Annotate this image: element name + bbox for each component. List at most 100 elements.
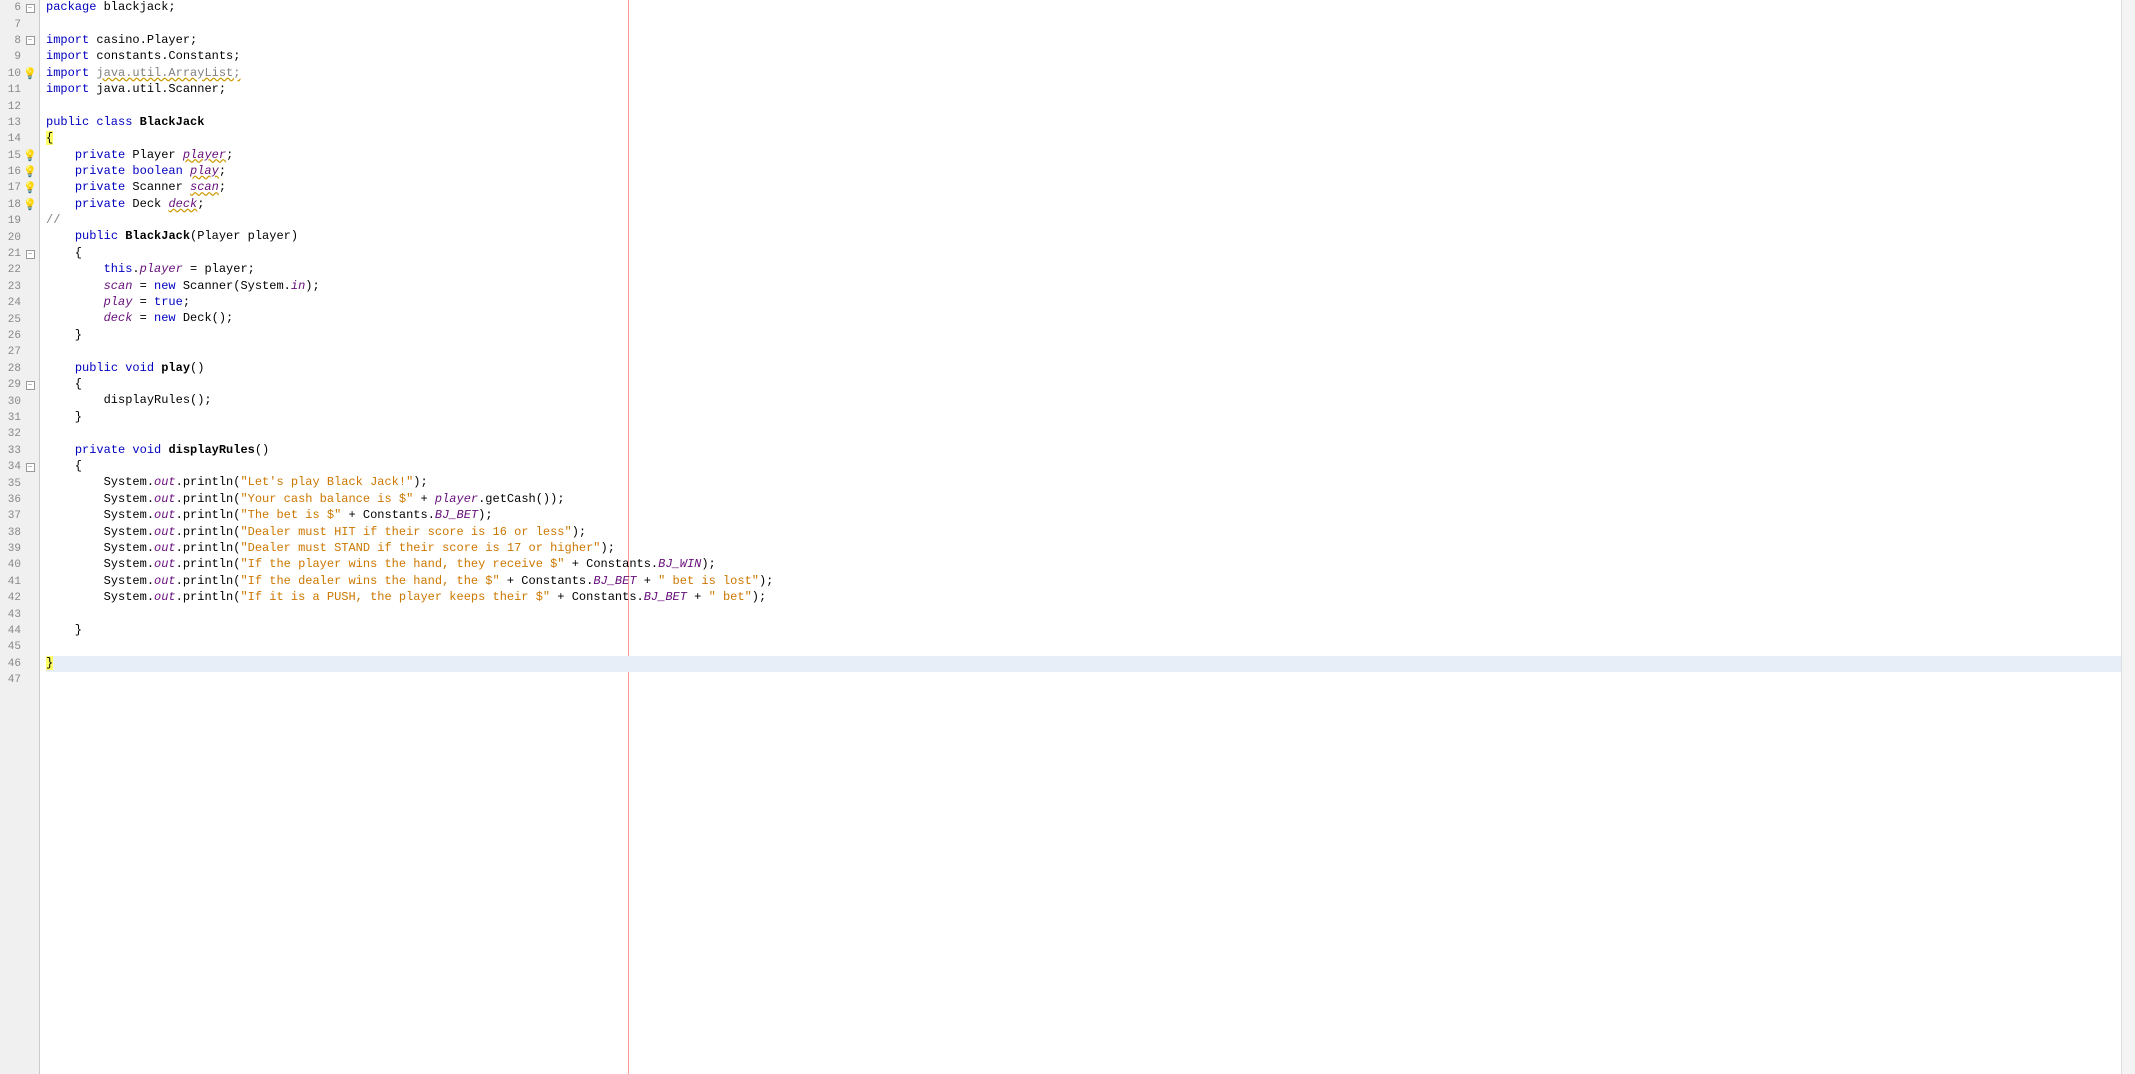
code-line[interactable] bbox=[46, 426, 2121, 442]
code-line[interactable]: } bbox=[46, 623, 2121, 639]
code-editor[interactable]: package blackjack;import casino.Player;i… bbox=[40, 0, 2121, 1074]
fold-minus-icon[interactable]: − bbox=[23, 34, 37, 48]
code-line[interactable]: scan = new Scanner(System.in); bbox=[46, 279, 2121, 295]
gutter-row[interactable]: 36 bbox=[0, 492, 39, 508]
gutter-row[interactable]: 44 bbox=[0, 623, 39, 639]
warning-icon[interactable]: 💡 bbox=[23, 181, 37, 195]
code-line[interactable] bbox=[46, 639, 2121, 655]
gutter-row[interactable]: 17💡 bbox=[0, 180, 39, 196]
code-line[interactable] bbox=[46, 98, 2121, 114]
code-line[interactable]: public class BlackJack bbox=[46, 115, 2121, 131]
gutter-row[interactable]: 45 bbox=[0, 639, 39, 655]
code-line[interactable] bbox=[46, 672, 2121, 688]
code-line[interactable]: System.out.println("If the player wins t… bbox=[46, 557, 2121, 573]
gutter-row[interactable]: 20 bbox=[0, 229, 39, 245]
gutter-row[interactable]: 47 bbox=[0, 672, 39, 688]
code-line[interactable]: System.out.println("Your cash balance is… bbox=[46, 492, 2121, 508]
code-line[interactable]: private boolean play; bbox=[46, 164, 2121, 180]
warning-icon[interactable]: 💡 bbox=[23, 67, 37, 81]
gutter-row[interactable]: 13 bbox=[0, 115, 39, 131]
code-line[interactable] bbox=[46, 344, 2121, 360]
code-line[interactable]: } bbox=[46, 328, 2121, 344]
editor-scrollbar[interactable] bbox=[2121, 0, 2135, 1074]
code-line[interactable]: System.out.println("Dealer must STAND if… bbox=[46, 541, 2121, 557]
gutter-row[interactable]: 41 bbox=[0, 574, 39, 590]
gutter-row[interactable]: 33 bbox=[0, 443, 39, 459]
code-line[interactable]: deck = new Deck(); bbox=[46, 311, 2121, 327]
code-line[interactable]: import casino.Player; bbox=[46, 33, 2121, 49]
code-line[interactable]: { bbox=[46, 377, 2121, 393]
fold-minus-icon[interactable]: − bbox=[23, 378, 37, 392]
code-line[interactable]: System.out.println("If it is a PUSH, the… bbox=[46, 590, 2121, 606]
gutter-row[interactable]: 14 bbox=[0, 131, 39, 147]
gutter-row[interactable]: 43 bbox=[0, 606, 39, 622]
code-token: + bbox=[637, 574, 659, 588]
gutter-row[interactable]: 38 bbox=[0, 525, 39, 541]
gutter-row[interactable]: 9 bbox=[0, 49, 39, 65]
code-token: private boolean bbox=[75, 164, 190, 178]
gutter-row[interactable]: 23 bbox=[0, 279, 39, 295]
code-lines-container: package blackjack;import casino.Player;i… bbox=[40, 0, 2121, 688]
gutter-row[interactable]: 35 bbox=[0, 475, 39, 491]
gutter-row[interactable]: 7 bbox=[0, 16, 39, 32]
code-line[interactable]: private Deck deck; bbox=[46, 197, 2121, 213]
fold-minus-icon[interactable]: − bbox=[23, 247, 37, 261]
gutter-row[interactable]: 28 bbox=[0, 361, 39, 377]
code-line[interactable]: import java.util.ArrayList; bbox=[46, 66, 2121, 82]
code-line[interactable]: System.out.println("The bet is $" + Cons… bbox=[46, 508, 2121, 524]
gutter-row[interactable]: 31 bbox=[0, 410, 39, 426]
gutter-row[interactable]: 46 bbox=[0, 656, 39, 672]
gutter-row[interactable]: 30 bbox=[0, 393, 39, 409]
code-line[interactable]: import constants.Constants; bbox=[46, 49, 2121, 65]
code-line[interactable]: } bbox=[46, 656, 2121, 672]
code-line[interactable]: private Scanner scan; bbox=[46, 180, 2121, 196]
gutter-row[interactable]: 32 bbox=[0, 426, 39, 442]
code-line[interactable]: play = true; bbox=[46, 295, 2121, 311]
gutter-row[interactable]: 16💡 bbox=[0, 164, 39, 180]
code-line[interactable]: private Player player; bbox=[46, 148, 2121, 164]
code-line[interactable]: private void displayRules() bbox=[46, 443, 2121, 459]
code-line[interactable]: { bbox=[46, 459, 2121, 475]
gutter-row[interactable]: 40 bbox=[0, 557, 39, 573]
code-line[interactable]: public BlackJack(Player player) bbox=[46, 229, 2121, 245]
gutter-spacer bbox=[23, 575, 37, 589]
gutter-row[interactable]: 39 bbox=[0, 541, 39, 557]
code-line[interactable]: public void play() bbox=[46, 361, 2121, 377]
code-line[interactable]: System.out.println("Let's play Black Jac… bbox=[46, 475, 2121, 491]
code-line[interactable]: package blackjack; bbox=[46, 0, 2121, 16]
code-line[interactable]: this.player = player; bbox=[46, 262, 2121, 278]
gutter-row[interactable]: 27 bbox=[0, 344, 39, 360]
gutter-row[interactable]: 21− bbox=[0, 246, 39, 262]
fold-minus-icon[interactable]: − bbox=[23, 1, 37, 15]
gutter-row[interactable]: 15💡 bbox=[0, 148, 39, 164]
gutter-row[interactable]: 18💡 bbox=[0, 197, 39, 213]
gutter-row[interactable]: 22 bbox=[0, 262, 39, 278]
warning-icon[interactable]: 💡 bbox=[23, 165, 37, 179]
gutter-row[interactable]: 10💡 bbox=[0, 66, 39, 82]
code-line[interactable]: import java.util.Scanner; bbox=[46, 82, 2121, 98]
gutter-row[interactable]: 34− bbox=[0, 459, 39, 475]
warning-icon[interactable]: 💡 bbox=[23, 149, 37, 163]
fold-minus-icon[interactable]: − bbox=[23, 460, 37, 474]
code-line[interactable]: // bbox=[46, 213, 2121, 229]
code-line[interactable]: { bbox=[46, 131, 2121, 147]
gutter-row[interactable]: 12 bbox=[0, 98, 39, 114]
gutter-row[interactable]: 24 bbox=[0, 295, 39, 311]
code-line[interactable]: displayRules(); bbox=[46, 393, 2121, 409]
code-line[interactable]: System.out.println("If the dealer wins t… bbox=[46, 574, 2121, 590]
gutter-row[interactable]: 11 bbox=[0, 82, 39, 98]
warning-icon[interactable]: 💡 bbox=[23, 198, 37, 212]
code-line[interactable]: { bbox=[46, 246, 2121, 262]
gutter-row[interactable]: 8− bbox=[0, 33, 39, 49]
gutter-row[interactable]: 37 bbox=[0, 508, 39, 524]
code-line[interactable]: System.out.println("Dealer must HIT if t… bbox=[46, 525, 2121, 541]
code-line[interactable] bbox=[46, 606, 2121, 622]
gutter-row[interactable]: 19 bbox=[0, 213, 39, 229]
gutter-row[interactable]: 26 bbox=[0, 328, 39, 344]
code-line[interactable]: } bbox=[46, 410, 2121, 426]
code-line[interactable] bbox=[46, 16, 2121, 32]
gutter-row[interactable]: 42 bbox=[0, 590, 39, 606]
gutter-row[interactable]: 25 bbox=[0, 311, 39, 327]
gutter-row[interactable]: 6− bbox=[0, 0, 39, 16]
gutter-row[interactable]: 29− bbox=[0, 377, 39, 393]
